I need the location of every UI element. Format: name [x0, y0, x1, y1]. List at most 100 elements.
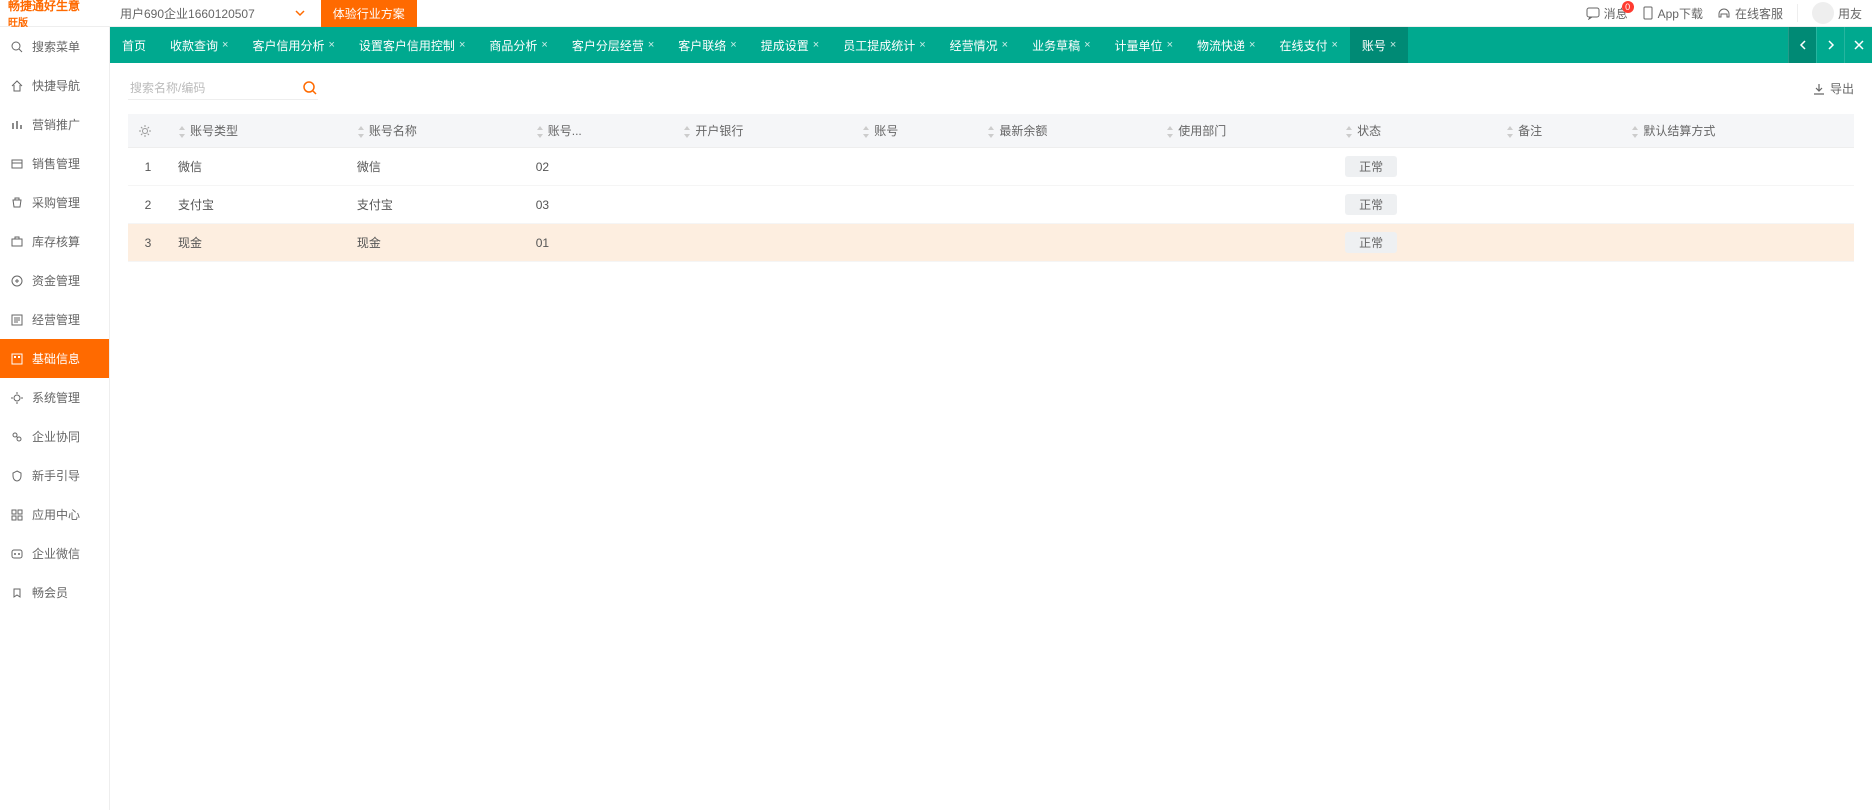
- close-icon[interactable]: ×: [1390, 39, 1396, 51]
- tab-3[interactable]: 设置客户信用控制×: [347, 27, 477, 63]
- table-row[interactable]: 3现金现金01正常: [128, 224, 1854, 262]
- export-label: 导出: [1830, 80, 1854, 97]
- sidebar-item-14[interactable]: 畅会员: [0, 573, 109, 612]
- sort-icon[interactable]: [862, 126, 870, 138]
- sidebar-icon: [10, 274, 24, 288]
- tab-2[interactable]: 客户信用分析 ×: [240, 27, 346, 63]
- close-icon[interactable]: ×: [459, 39, 465, 51]
- col-header-7[interactable]: 状态: [1335, 114, 1496, 148]
- sidebar-item-label: 搜索菜单: [32, 38, 80, 55]
- sort-icon[interactable]: [1166, 126, 1174, 138]
- sidebar-item-11[interactable]: 新手引导: [0, 456, 109, 495]
- cell-dept: [1156, 224, 1335, 262]
- tab-9[interactable]: 经营情况×: [938, 27, 1020, 63]
- chevron-down-icon: [295, 8, 305, 18]
- close-icon[interactable]: ×: [328, 39, 334, 51]
- sidebar-item-4[interactable]: 采购管理: [0, 183, 109, 222]
- cell-remark: [1496, 224, 1621, 262]
- tab-8[interactable]: 员工提成统计×: [831, 27, 937, 63]
- col-header-1[interactable]: 账号名称: [347, 114, 526, 148]
- accounts-table: 账号类型账号名称账号...开户银行账号最新余额使用部门状态备注 默认结算方式 1微…: [128, 114, 1854, 262]
- experience-button[interactable]: 体验行业方案: [321, 0, 417, 27]
- sort-icon[interactable]: [1631, 126, 1639, 138]
- tab-label: 客户信用分析: [252, 37, 324, 54]
- tab-4[interactable]: 商品分析×: [477, 27, 559, 63]
- close-icon[interactable]: ×: [1249, 39, 1255, 51]
- table-row[interactable]: 1微信微信02正常: [128, 148, 1854, 186]
- tab-prev-button[interactable]: [1788, 27, 1816, 63]
- close-icon[interactable]: ×: [648, 39, 654, 51]
- search-icon[interactable]: [302, 80, 318, 96]
- close-icon[interactable]: ×: [1084, 39, 1090, 51]
- search-input[interactable]: [128, 77, 302, 99]
- sort-icon[interactable]: [536, 126, 544, 138]
- sidebar-item-8[interactable]: 基础信息: [0, 339, 109, 378]
- sort-icon[interactable]: [987, 126, 995, 138]
- sidebar-item-12[interactable]: 应用中心: [0, 495, 109, 534]
- tab-11[interactable]: 计量单位×: [1103, 27, 1185, 63]
- col-header-0[interactable]: 账号类型: [168, 114, 347, 148]
- col-header-5[interactable]: 最新余额: [977, 114, 1156, 148]
- sort-icon[interactable]: [1506, 126, 1514, 138]
- close-icon[interactable]: ×: [222, 39, 228, 51]
- col-header-9[interactable]: 默认结算方式: [1621, 114, 1854, 148]
- tab-0[interactable]: 首页: [110, 27, 158, 63]
- user-name: 用友: [1838, 5, 1862, 22]
- tab-5[interactable]: 客户分层经营×: [560, 27, 666, 63]
- tabs-controls: [1788, 27, 1872, 63]
- col-header-2[interactable]: 账号...: [526, 114, 674, 148]
- cell-name: 支付宝: [347, 186, 526, 224]
- sidebar-item-2[interactable]: 营销推广: [0, 105, 109, 144]
- sidebar-item-13[interactable]: 企业微信: [0, 534, 109, 573]
- app-download-button[interactable]: App下载: [1642, 5, 1703, 22]
- tab-14[interactable]: 账号×: [1350, 27, 1408, 63]
- table-row[interactable]: 2支付宝支付宝03正常: [128, 186, 1854, 224]
- export-button[interactable]: 导出: [1812, 80, 1854, 97]
- sort-icon[interactable]: [683, 126, 691, 138]
- tabs-bar: 首页收款查询×客户信用分析×设置客户信用控制×商品分析×客户分层经营×客户联络×…: [110, 27, 1872, 63]
- sort-icon[interactable]: [357, 126, 365, 138]
- tab-6[interactable]: 客户联络×: [666, 27, 748, 63]
- col-header-4[interactable]: 账号: [852, 114, 977, 148]
- sidebar-item-0[interactable]: 搜索菜单: [0, 27, 109, 66]
- sidebar-item-1[interactable]: 快捷导航: [0, 66, 109, 105]
- sidebar-item-9[interactable]: 系统管理: [0, 378, 109, 417]
- tab-13[interactable]: 在线支付×: [1267, 27, 1349, 63]
- sort-icon[interactable]: [1345, 126, 1353, 138]
- tab-close-all-button[interactable]: [1844, 27, 1872, 63]
- tab-label: 收款查询: [170, 37, 218, 54]
- sort-icon[interactable]: [178, 126, 186, 138]
- tab-1[interactable]: 收款查询 ×: [158, 27, 240, 63]
- col-header-3[interactable]: 开户银行: [673, 114, 852, 148]
- online-service-button[interactable]: 在线客服: [1717, 5, 1783, 22]
- sidebar-item-label: 资金管理: [32, 272, 80, 289]
- col-gear[interactable]: [128, 114, 168, 148]
- sidebar-item-7[interactable]: 经营管理: [0, 300, 109, 339]
- col-label: 默认结算方式: [1643, 124, 1715, 138]
- col-header-8[interactable]: 备注: [1496, 114, 1621, 148]
- tab-10[interactable]: 业务草稿×: [1020, 27, 1102, 63]
- close-icon[interactable]: ×: [919, 39, 925, 51]
- search-box: [128, 77, 318, 100]
- close-icon[interactable]: ×: [1331, 39, 1337, 51]
- close-icon[interactable]: ×: [541, 39, 547, 51]
- tab-7[interactable]: 提成设置×: [749, 27, 831, 63]
- company-dropdown[interactable]: 用户690企业1660120507: [110, 5, 315, 22]
- close-icon[interactable]: ×: [730, 39, 736, 51]
- tab-next-button[interactable]: [1816, 27, 1844, 63]
- cell-account: [852, 186, 977, 224]
- sidebar-item-3[interactable]: 销售管理: [0, 144, 109, 183]
- close-icon[interactable]: ×: [1167, 39, 1173, 51]
- tab-12[interactable]: 物流快递×: [1185, 27, 1267, 63]
- sidebar-item-5[interactable]: 库存核算: [0, 222, 109, 261]
- sidebar-item-10[interactable]: 企业协同: [0, 417, 109, 456]
- online-service-label: 在线客服: [1735, 5, 1783, 22]
- cell-code: 01: [526, 224, 674, 262]
- close-icon[interactable]: ×: [1002, 39, 1008, 51]
- message-button[interactable]: 消息 0: [1586, 5, 1628, 22]
- user-menu[interactable]: 用友: [1812, 2, 1862, 24]
- col-header-6[interactable]: 使用部门: [1156, 114, 1335, 148]
- sidebar-item-6[interactable]: 资金管理: [0, 261, 109, 300]
- sidebar-item-label: 快捷导航: [32, 77, 80, 94]
- close-icon[interactable]: ×: [813, 39, 819, 51]
